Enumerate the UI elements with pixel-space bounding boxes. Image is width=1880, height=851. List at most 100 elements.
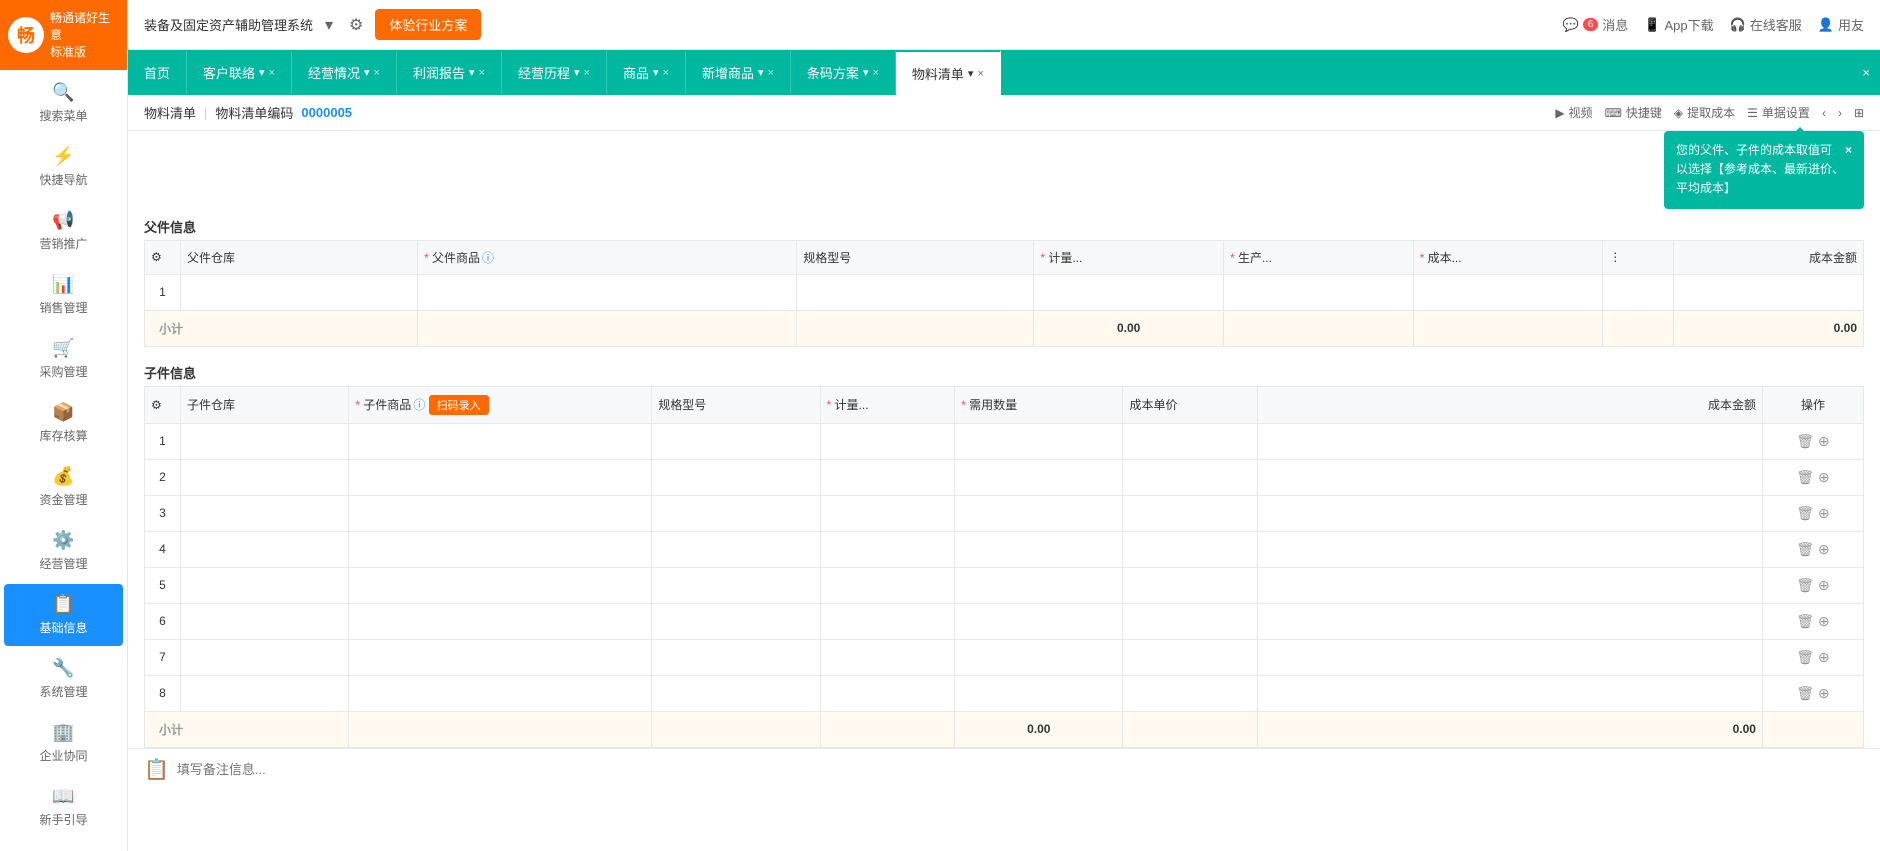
sidebar-item-basic-info[interactable]: 📋 基础信息 xyxy=(4,584,123,646)
parent-warehouse-cell[interactable] xyxy=(181,274,418,310)
delete-icon[interactable]: 🗑 xyxy=(1796,505,1814,522)
child-spec-cell[interactable] xyxy=(652,675,820,711)
sidebar-item-system[interactable]: 🔧 系统管理 xyxy=(4,648,123,710)
view-action[interactable]: ▶ 视频 xyxy=(1555,104,1592,121)
parent-product-cell[interactable] xyxy=(418,274,797,310)
sidebar-item-inventory[interactable]: 📦 库存核算 xyxy=(4,392,123,454)
settings-button[interactable]: ⚙ xyxy=(345,11,367,39)
tab-ops-close[interactable]: × xyxy=(374,67,380,79)
child-spec-cell[interactable] xyxy=(652,423,820,459)
child-warehouse-cell[interactable] xyxy=(181,639,349,675)
child-col-settings[interactable]: ⚙ xyxy=(145,386,181,423)
parent-cost-cell[interactable] xyxy=(1413,274,1603,310)
parent-unit-cell[interactable] xyxy=(1034,274,1224,310)
child-unit-cell[interactable] xyxy=(820,459,955,495)
child-spec-cell[interactable] xyxy=(652,495,820,531)
child-spec-cell[interactable] xyxy=(652,639,820,675)
tab-products[interactable]: 商品 ▾ × xyxy=(607,51,686,94)
child-qty-cell[interactable] xyxy=(955,459,1123,495)
child-qty-cell[interactable] xyxy=(955,567,1123,603)
child-unit-cell[interactable] xyxy=(820,423,955,459)
sidebar-item-marketing[interactable]: 📢 营销推广 xyxy=(4,200,123,262)
prev-action[interactable]: ‹ xyxy=(1822,106,1826,120)
tab-bom-close[interactable]: × xyxy=(977,68,983,80)
system-dropdown-button[interactable]: ▾ xyxy=(321,11,337,39)
child-warehouse-cell[interactable] xyxy=(181,531,349,567)
sidebar-item-search[interactable]: 🔍 搜索菜单 xyxy=(4,72,123,134)
child-unit-price-cell[interactable] xyxy=(1123,423,1258,459)
child-unit-price-cell[interactable] xyxy=(1123,531,1258,567)
child-spec-cell[interactable] xyxy=(652,531,820,567)
child-warehouse-cell[interactable] xyxy=(181,603,349,639)
child-unit-price-cell[interactable] xyxy=(1123,495,1258,531)
child-qty-cell[interactable] xyxy=(955,639,1123,675)
next-action[interactable]: › xyxy=(1838,106,1842,120)
copy-icon[interactable]: ⊕ xyxy=(1818,505,1830,522)
child-unit-cell[interactable] xyxy=(820,603,955,639)
copy-icon[interactable]: ⊕ xyxy=(1818,613,1830,630)
tooltip-close-button[interactable]: × xyxy=(1845,141,1852,160)
copy-icon[interactable]: ⊕ xyxy=(1818,577,1830,594)
sidebar-item-purchase[interactable]: 🛒 采购管理 xyxy=(4,328,123,390)
sidebar-item-finance[interactable]: 💰 资金管理 xyxy=(4,456,123,518)
tab-barcode-close[interactable]: × xyxy=(872,67,878,79)
child-product-cell[interactable] xyxy=(349,675,652,711)
tab-bom[interactable]: 物料清单 ▾ × xyxy=(896,50,1001,95)
child-spec-cell[interactable] xyxy=(652,567,820,603)
child-product-cell[interactable] xyxy=(349,495,652,531)
tab-history-close[interactable]: × xyxy=(584,67,590,79)
copy-icon[interactable]: ⊕ xyxy=(1818,649,1830,666)
get-cost-action[interactable]: ◈ 提取成本 xyxy=(1674,104,1735,121)
online-service-action[interactable]: 🎧 在线客服 xyxy=(1730,15,1802,34)
child-qty-cell[interactable] xyxy=(955,423,1123,459)
sidebar-item-operations[interactable]: ⚙️ 经营管理 xyxy=(4,520,123,582)
shortcut-action[interactable]: ⌨ 快捷键 xyxy=(1605,104,1662,121)
trial-button[interactable]: 体验行业方案 xyxy=(375,9,481,40)
note-input[interactable] xyxy=(177,762,1864,777)
child-qty-cell[interactable] xyxy=(955,603,1123,639)
tab-newproduct-close[interactable]: × xyxy=(767,67,773,79)
copy-icon[interactable]: ⊕ xyxy=(1818,685,1830,702)
tab-ops-status[interactable]: 经营情况 ▾ × xyxy=(292,51,397,94)
child-qty-cell[interactable] xyxy=(955,675,1123,711)
app-download-action[interactable]: 📱 App下载 xyxy=(1644,15,1713,34)
delete-icon[interactable]: 🗑 xyxy=(1796,577,1814,594)
delete-icon[interactable]: 🗑 xyxy=(1796,649,1814,666)
child-unit-cell[interactable] xyxy=(820,639,955,675)
child-product-cell[interactable] xyxy=(349,531,652,567)
child-product-cell[interactable] xyxy=(349,603,652,639)
child-qty-cell[interactable] xyxy=(955,495,1123,531)
grid-view-action[interactable]: ⊞ xyxy=(1854,106,1864,120)
child-unit-cell[interactable] xyxy=(820,567,955,603)
child-unit-cell[interactable] xyxy=(820,495,955,531)
sidebar-item-sales[interactable]: 📊 销售管理 xyxy=(4,264,123,326)
delete-icon[interactable]: 🗑 xyxy=(1796,685,1814,702)
child-product-cell[interactable] xyxy=(349,567,652,603)
delete-icon[interactable]: 🗑 xyxy=(1796,469,1814,486)
child-product-cell[interactable] xyxy=(349,639,652,675)
child-unit-price-cell[interactable] xyxy=(1123,675,1258,711)
tab-ops-history[interactable]: 经营历程 ▾ × xyxy=(502,51,607,94)
user-action[interactable]: 👤 用友 xyxy=(1818,15,1864,34)
child-warehouse-cell[interactable] xyxy=(181,675,349,711)
sidebar-item-quick-nav[interactable]: ⚡ 快捷导航 xyxy=(4,136,123,198)
tab-home[interactable]: 首页 xyxy=(128,51,187,94)
child-spec-cell[interactable] xyxy=(652,603,820,639)
child-qty-cell[interactable] xyxy=(955,531,1123,567)
copy-icon[interactable]: ⊕ xyxy=(1818,469,1830,486)
sidebar-item-enterprise[interactable]: 🏢 企业协同 xyxy=(4,712,123,774)
tab-profit-close[interactable]: × xyxy=(479,67,485,79)
parent-production-cell[interactable] xyxy=(1223,274,1413,310)
child-warehouse-cell[interactable] xyxy=(181,567,349,603)
child-warehouse-cell[interactable] xyxy=(181,423,349,459)
delete-icon[interactable]: 🗑 xyxy=(1796,613,1814,630)
sidebar-item-guide[interactable]: 📖 新手引导 xyxy=(4,776,123,838)
tab-barcode[interactable]: 条码方案 ▾ × xyxy=(791,51,896,94)
child-unit-price-cell[interactable] xyxy=(1123,459,1258,495)
tab-customers-close[interactable]: × xyxy=(269,67,275,79)
delete-icon[interactable]: 🗑 xyxy=(1796,433,1814,450)
child-unit-price-cell[interactable] xyxy=(1123,567,1258,603)
copy-icon[interactable]: ⊕ xyxy=(1818,541,1830,558)
child-unit-price-cell[interactable] xyxy=(1123,639,1258,675)
child-warehouse-cell[interactable] xyxy=(181,459,349,495)
